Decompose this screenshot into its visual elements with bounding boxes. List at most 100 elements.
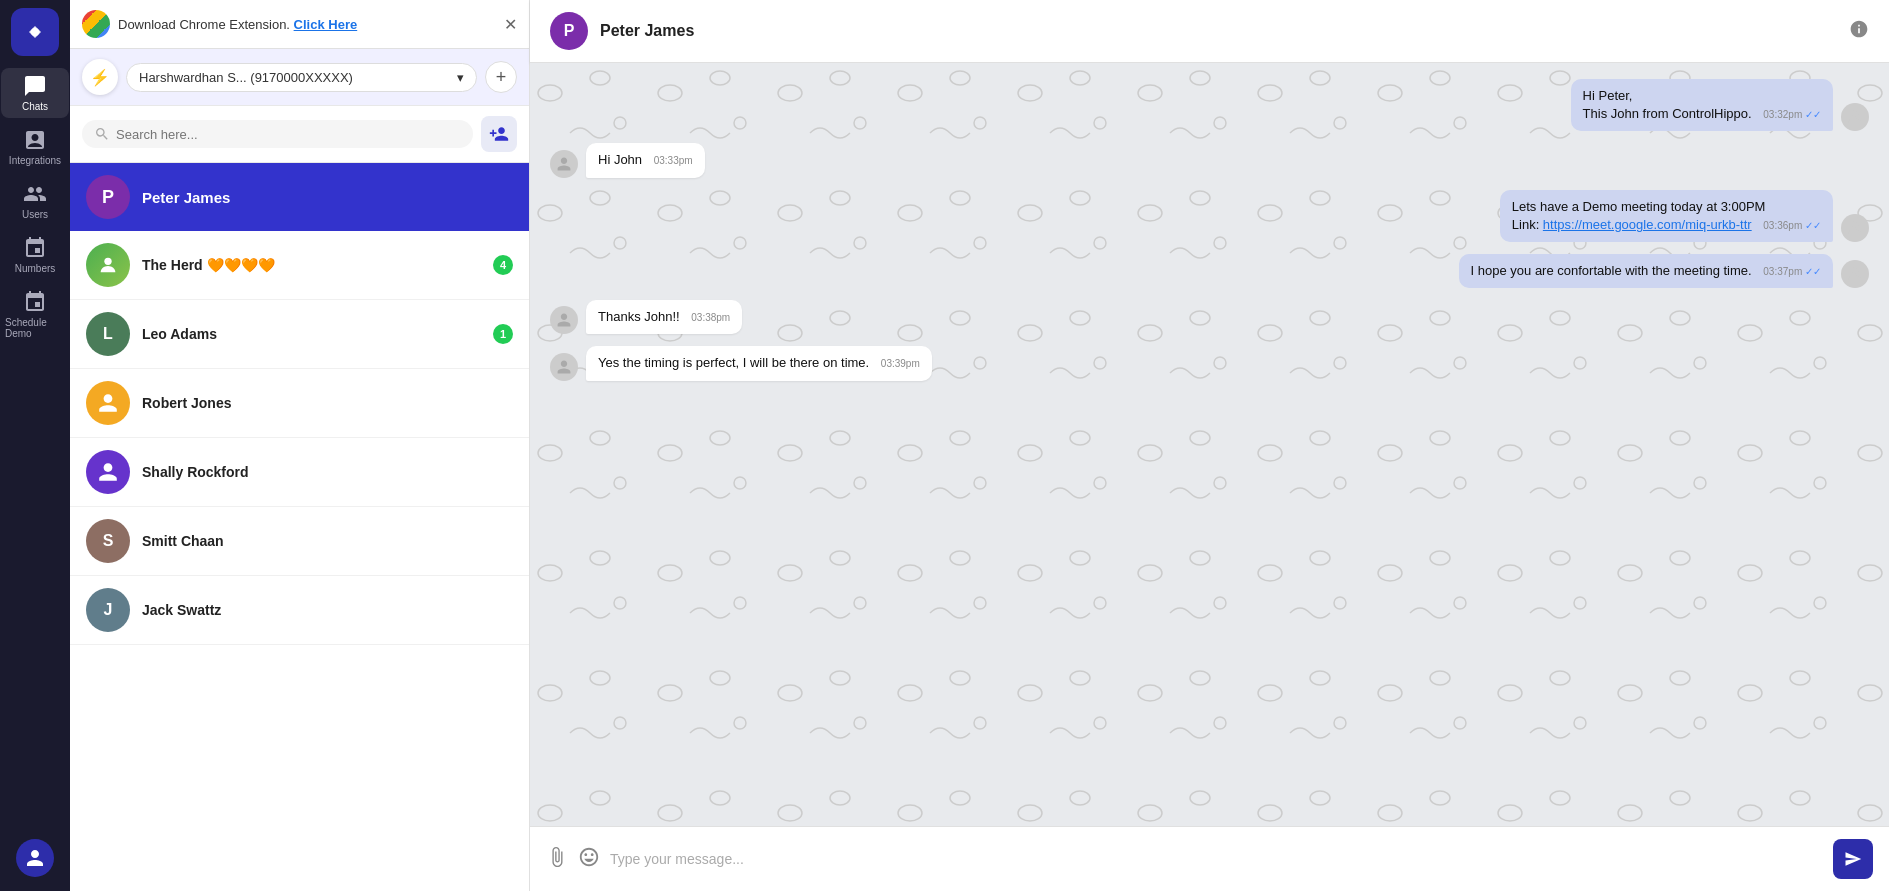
- chat-header-name: Peter James: [600, 22, 694, 40]
- chat-name: Shally Rockford: [142, 464, 249, 480]
- sidebar-item-chats[interactable]: Chats: [1, 68, 69, 118]
- chat-info: Smitt Chaan: [142, 532, 513, 550]
- attach-button[interactable]: [546, 846, 568, 872]
- chat-name: Smitt Chaan: [142, 533, 224, 549]
- message-row: Thanks John!! 03:38pm: [550, 300, 1869, 334]
- sidebar-item-label: Numbers: [15, 263, 56, 274]
- sidebar-item-users[interactable]: Users: [1, 176, 69, 226]
- sidebar-item-label: Schedule Demo: [5, 317, 65, 339]
- chat-messages: Hi Peter,This John from ControlHippo. 03…: [530, 63, 1889, 826]
- message-bubble: I hope you are confortable with the meet…: [1459, 254, 1833, 288]
- search-input[interactable]: [116, 127, 461, 142]
- bolt-button[interactable]: ⚡: [82, 59, 118, 95]
- app-logo[interactable]: [11, 8, 59, 56]
- message-time: 03:36pm ✓✓: [1763, 220, 1821, 231]
- chrome-logo-icon: [82, 10, 110, 38]
- chrome-extension-banner: Download Chrome Extension. Click Here ✕: [70, 0, 529, 49]
- integrations-icon: [23, 128, 47, 152]
- received-avatar: [550, 150, 578, 178]
- users-icon: [23, 182, 47, 206]
- list-item[interactable]: Robert Jones: [70, 369, 529, 438]
- chat-info: The Herd 🧡🧡🧡🧡: [142, 256, 481, 274]
- unread-badge: 1: [493, 324, 513, 344]
- search-bar: [70, 106, 529, 163]
- chevron-down-icon: ▾: [457, 70, 464, 85]
- message-text: Thanks John!!: [598, 309, 680, 324]
- chat-name: The Herd 🧡🧡🧡🧡: [142, 257, 275, 273]
- banner-link[interactable]: Click Here: [294, 17, 358, 32]
- chat-info: Leo Adams: [142, 325, 481, 343]
- robert-avatar: [86, 381, 130, 425]
- message-time: 03:38pm: [691, 312, 730, 323]
- message-time: 03:33pm: [654, 155, 693, 166]
- user-profile-bottom[interactable]: [1, 833, 69, 883]
- chat-main: P Peter James Hi Peter,This John from Co…: [530, 0, 1889, 891]
- message-text: I hope you are confortable with the meet…: [1471, 263, 1752, 278]
- message-time: 03:32pm ✓✓: [1763, 109, 1821, 120]
- meeting-link[interactable]: https://meet.google.com/miq-urkb-ttr: [1543, 217, 1752, 232]
- add-contact-button[interactable]: [481, 116, 517, 152]
- message-bubble: Lets have a Demo meeting today at 3:00PM…: [1500, 190, 1833, 242]
- sent-avatar: [1841, 214, 1869, 242]
- chat-list: The Herd 🧡🧡🧡🧡 4 L Leo Adams 1 Robert Jon…: [70, 231, 529, 891]
- message-row: Yes the timing is perfect, I will be the…: [550, 346, 1869, 380]
- message-time: 03:39pm: [881, 358, 920, 369]
- account-selector[interactable]: Harshwardhan S... (9170000XXXXX) ▾: [126, 63, 477, 92]
- add-person-icon: [489, 124, 509, 144]
- message-row: Hi Peter,This John from ControlHippo. 03…: [550, 79, 1869, 131]
- active-chat-avatar: P: [86, 175, 130, 219]
- svg-point-0: [31, 28, 39, 36]
- received-avatar: [550, 306, 578, 334]
- list-item[interactable]: S Smitt Chaan: [70, 507, 529, 576]
- sidebar: Download Chrome Extension. Click Here ✕ …: [70, 0, 530, 891]
- chat-info: Shally Rockford: [142, 463, 513, 481]
- chat-info: Robert Jones: [142, 394, 513, 412]
- message-time: 03:37pm ✓✓: [1763, 266, 1821, 277]
- numbers-icon: [23, 236, 47, 260]
- sidebar-item-schedule-demo[interactable]: Schedule Demo: [1, 284, 69, 345]
- smitt-avatar: S: [86, 519, 130, 563]
- info-button[interactable]: [1849, 19, 1869, 43]
- close-banner-button[interactable]: ✕: [504, 15, 517, 34]
- user-avatar[interactable]: [16, 839, 54, 877]
- list-item[interactable]: L Leo Adams 1: [70, 300, 529, 369]
- message-bubble: Hi John 03:33pm: [586, 143, 705, 177]
- shally-avatar: [86, 450, 130, 494]
- icon-bar: Chats Integrations Users Numbers Schedul…: [0, 0, 70, 891]
- message-bubble: Yes the timing is perfect, I will be the…: [586, 346, 932, 380]
- sidebar-toolbar: ⚡ Harshwardhan S... (9170000XXXXX) ▾ +: [70, 49, 529, 106]
- chat-header: P Peter James: [530, 0, 1889, 63]
- list-item[interactable]: Shally Rockford: [70, 438, 529, 507]
- sidebar-item-label: Integrations: [9, 155, 61, 166]
- sidebar-item-integrations[interactable]: Integrations: [1, 122, 69, 172]
- message-bubble: Hi Peter,This John from ControlHippo. 03…: [1571, 79, 1833, 131]
- message-text: Hi John: [598, 152, 642, 167]
- message-bubble: Thanks John!! 03:38pm: [586, 300, 742, 334]
- calendar-icon: [23, 290, 47, 314]
- send-button[interactable]: [1833, 839, 1873, 879]
- chat-info: Jack Swattz: [142, 601, 513, 619]
- list-item[interactable]: J Jack Swattz: [70, 576, 529, 645]
- message-row: Lets have a Demo meeting today at 3:00PM…: [550, 190, 1869, 242]
- list-item[interactable]: The Herd 🧡🧡🧡🧡 4: [70, 231, 529, 300]
- search-icon: [94, 126, 110, 142]
- sent-avatar: [1841, 103, 1869, 131]
- message-row: I hope you are confortable with the meet…: [550, 254, 1869, 288]
- active-chat-item[interactable]: P Peter James: [70, 163, 529, 231]
- message-row: Hi John 03:33pm: [550, 143, 1869, 177]
- message-text: Yes the timing is perfect, I will be the…: [598, 355, 869, 370]
- message-input[interactable]: [610, 847, 1823, 871]
- add-account-button[interactable]: +: [485, 61, 517, 93]
- chat-icon: [23, 74, 47, 98]
- chat-input-area: [530, 826, 1889, 891]
- jack-avatar: J: [86, 588, 130, 632]
- sidebar-item-label: Users: [22, 209, 48, 220]
- chat-header-avatar: P: [550, 12, 588, 50]
- sidebar-item-numbers[interactable]: Numbers: [1, 230, 69, 280]
- emoji-button[interactable]: [578, 846, 600, 872]
- sent-avatar: [1841, 260, 1869, 288]
- leo-avatar: L: [86, 312, 130, 356]
- account-phone: (9170000XXXXX): [250, 70, 353, 85]
- received-avatar: [550, 353, 578, 381]
- svg-point-1: [104, 258, 111, 265]
